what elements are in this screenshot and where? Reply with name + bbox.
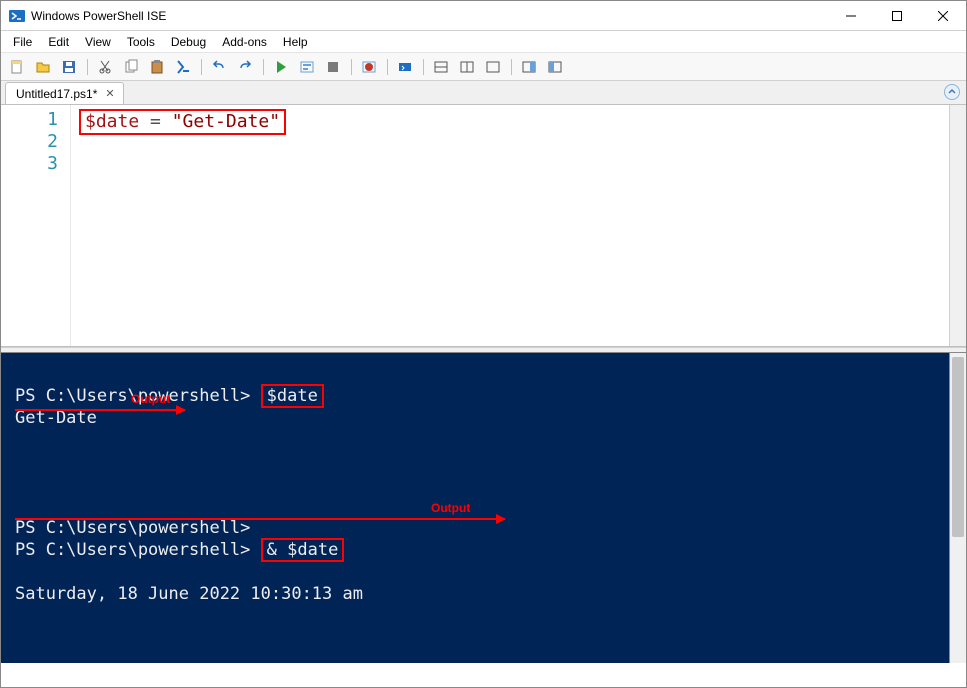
clear-icon[interactable] [171,56,195,78]
code-operator: = [139,111,172,132]
paste-icon[interactable] [145,56,169,78]
show-addon-icon[interactable] [543,56,567,78]
line-number: 2 [1,131,58,153]
annotation-box: $date [261,384,324,408]
console-prompt: PS C:\Users\powershell> [15,540,250,560]
menu-file[interactable]: File [5,33,40,51]
console-scrollbar[interactable] [949,353,966,663]
layout-full-icon[interactable] [481,56,505,78]
stop-icon[interactable] [321,56,345,78]
console-command: & $date [267,540,339,560]
layout-split-v-icon[interactable] [455,56,479,78]
annotation-label: Output [131,388,170,410]
show-command-icon[interactable] [517,56,541,78]
line-number-gutter: 1 2 3 [1,105,71,346]
titlebar: Windows PowerShell ISE [1,1,966,31]
console-pane[interactable]: PS C:\Users\powershell> $date Get-Date O… [1,353,966,663]
toolbar-separator [259,56,267,78]
copy-icon[interactable] [119,56,143,78]
expand-script-pane-button[interactable] [944,84,960,100]
open-file-icon[interactable] [31,56,55,78]
annotation-box: & $date [261,538,345,562]
menu-help[interactable]: Help [275,33,316,51]
toolbar-separator [507,56,515,78]
toolbar-separator [347,56,355,78]
layout-split-h-icon[interactable] [429,56,453,78]
menu-tools[interactable]: Tools [119,33,163,51]
menu-debug[interactable]: Debug [163,33,214,51]
toolbar-separator [383,56,391,78]
maximize-button[interactable] [874,1,920,30]
annotation-label: Output [431,497,470,519]
console-prompt: PS C:\Users\powershell> [15,518,250,538]
editor-scrollbar[interactable] [949,105,966,346]
tab-file[interactable]: Untitled17.ps1* ✕ [5,82,124,104]
run-selection-icon[interactable] [295,56,319,78]
console-output: Get-Date [15,408,97,428]
new-file-icon[interactable] [5,56,29,78]
close-button[interactable] [920,1,966,30]
menu-addons[interactable]: Add-ons [214,33,275,51]
menubar: File Edit View Tools Debug Add-ons Help [1,31,966,53]
undo-icon[interactable] [207,56,231,78]
minimize-button[interactable] [828,1,874,30]
line-number: 3 [1,153,58,175]
toolbar [1,53,966,81]
toolbar-separator [83,56,91,78]
menu-view[interactable]: View [77,33,119,51]
tab-label: Untitled17.ps1* [16,87,97,101]
console-command: $date [267,386,318,406]
breakpoint-icon[interactable] [357,56,381,78]
redo-icon[interactable] [233,56,257,78]
tabbar: Untitled17.ps1* ✕ [1,81,966,105]
code-variable: $date [85,111,139,132]
app-icon [9,8,25,24]
save-icon[interactable] [57,56,81,78]
code-area[interactable]: $date = "Get-Date" [71,105,966,346]
line-number: 1 [1,109,58,131]
code-string: "Get-Date" [172,111,280,132]
toolbar-separator [197,56,205,78]
tab-close-icon[interactable]: ✕ [103,87,116,100]
cut-icon[interactable] [93,56,117,78]
run-icon[interactable] [269,56,293,78]
script-editor[interactable]: 1 2 3 $date = "Get-Date" [1,105,966,347]
annotation-box: $date = "Get-Date" [79,109,286,135]
menu-edit[interactable]: Edit [40,33,77,51]
window-title: Windows PowerShell ISE [31,9,166,23]
remote-icon[interactable] [393,56,417,78]
console-output: Saturday, 18 June 2022 10:30:13 am [15,584,363,604]
toolbar-separator [419,56,427,78]
